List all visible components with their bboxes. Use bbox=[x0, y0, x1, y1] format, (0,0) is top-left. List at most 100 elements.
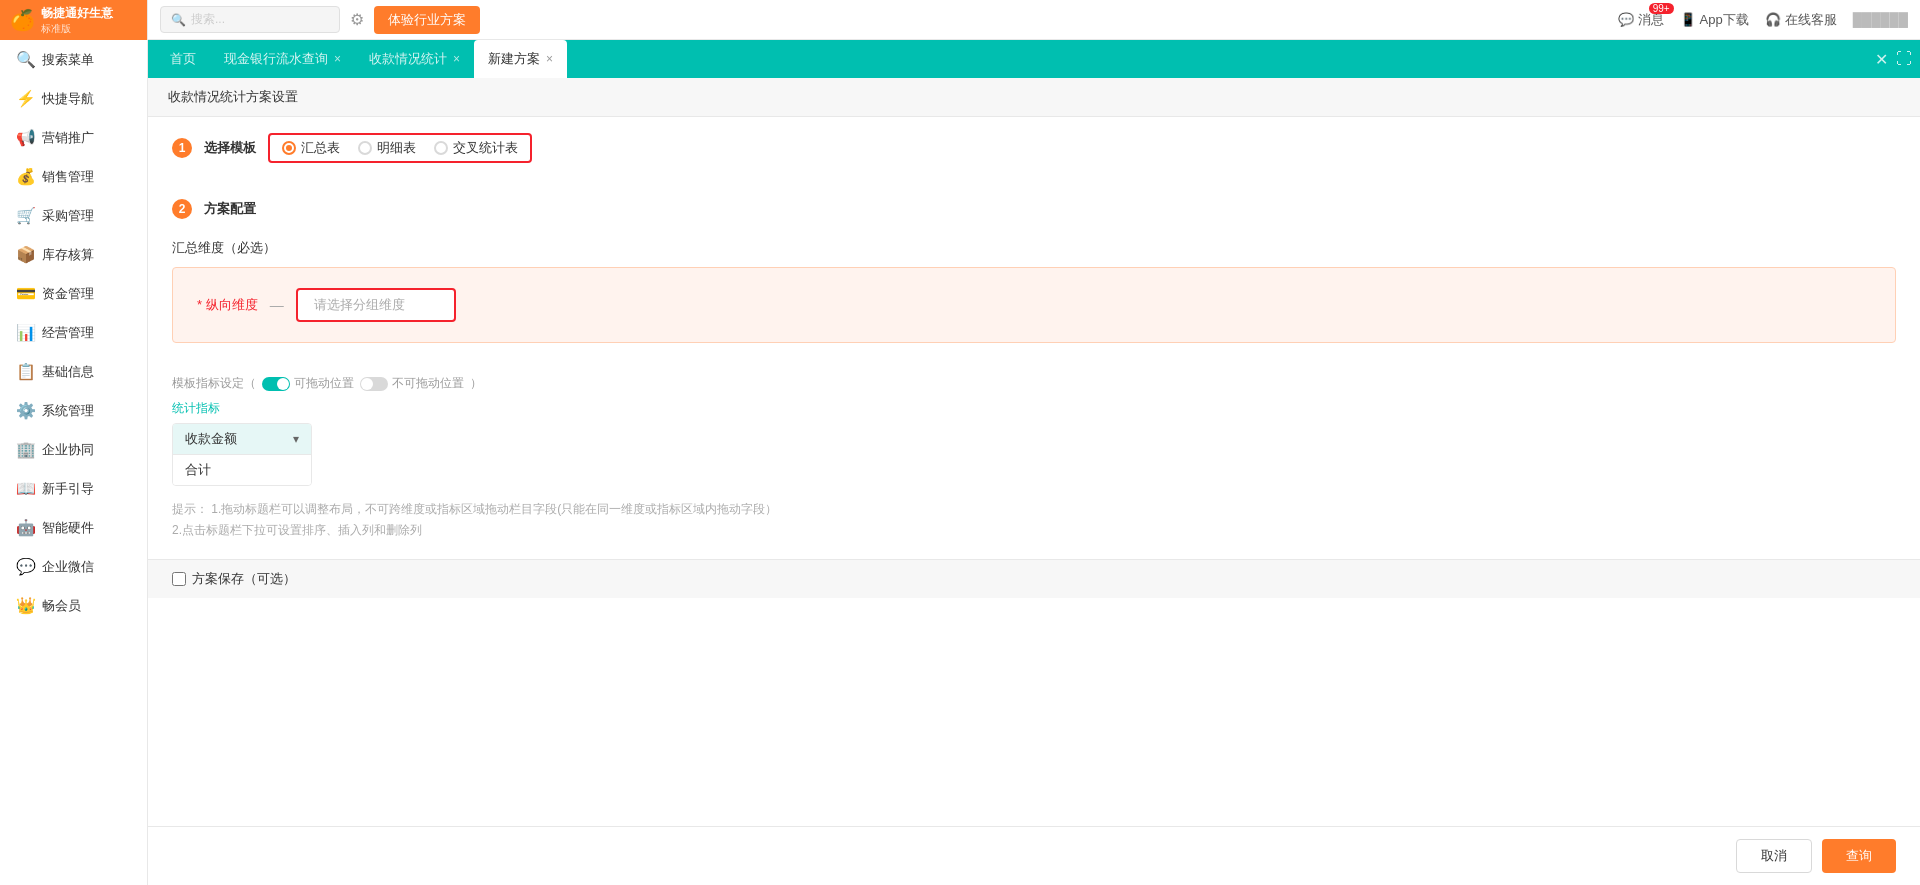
settings-icon[interactable]: ⚙ bbox=[350, 10, 364, 29]
sidebar-item-finance[interactable]: 💳 资金管理 bbox=[0, 274, 147, 313]
radio-detail[interactable]: 明细表 bbox=[358, 139, 416, 157]
nav-tabs: 首页 现金银行流水查询 × 收款情况统计 × 新建方案 × ✕ ⛶ bbox=[148, 40, 1920, 78]
system-icon: ⚙️ bbox=[16, 401, 34, 420]
metrics-section-label: 统计指标 bbox=[172, 400, 1896, 417]
radio-cross-label: 交叉统计表 bbox=[453, 139, 518, 157]
search-bar[interactable]: 🔍 搜索... bbox=[160, 6, 340, 33]
tab-bank-query[interactable]: 现金银行流水查询 × bbox=[210, 40, 355, 78]
wechat-icon: 💬 bbox=[16, 557, 34, 576]
sidebar-item-enterprise[interactable]: 🏢 企业协同 bbox=[0, 430, 147, 469]
tab-home[interactable]: 首页 bbox=[156, 40, 210, 78]
draggable-label: 可拖动位置 bbox=[294, 375, 354, 392]
username: ██████ bbox=[1853, 12, 1908, 27]
summary-dimension-title: 汇总维度（必选） bbox=[172, 239, 1896, 257]
sidebar: 🍊 畅捷通好生意 标准版 🔍 搜索菜单 ⚡ 快捷导航 📢 营销推广 💰 销售管理… bbox=[0, 0, 148, 885]
tab-receipt-stats-close[interactable]: × bbox=[453, 52, 460, 66]
logo-icon: 🍊 bbox=[10, 8, 35, 32]
sidebar-item-label: 新手引导 bbox=[42, 480, 94, 498]
sidebar-item-label: 采购管理 bbox=[42, 207, 94, 225]
save-label: 方案保存（可选） bbox=[192, 570, 296, 588]
download-label: App下载 bbox=[1700, 11, 1749, 29]
radio-detail-label: 明细表 bbox=[377, 139, 416, 157]
topbar-right: 💬 消息 99+ 📱 App下载 🎧 在线客服 ██████ bbox=[1618, 11, 1908, 29]
step2-label: 方案配置 bbox=[204, 200, 256, 218]
quick-nav-icon: ⚡ bbox=[16, 89, 34, 108]
purchase-icon: 🛒 bbox=[16, 206, 34, 225]
content-area: 收款情况统计方案设置 1 选择模板 汇总表 bbox=[148, 78, 1920, 826]
maximize-icon[interactable]: ⛶ bbox=[1896, 50, 1912, 68]
radio-summary-circle bbox=[282, 141, 296, 155]
sidebar-item-label: 基础信息 bbox=[42, 363, 94, 381]
action-bar: 取消 查询 bbox=[148, 826, 1920, 885]
sidebar-item-purchase[interactable]: 🛒 采购管理 bbox=[0, 196, 147, 235]
metrics-table: 收款金额 ▾ 合计 bbox=[172, 423, 312, 486]
tab-new-plan[interactable]: 新建方案 × bbox=[474, 40, 567, 78]
sidebar-item-search[interactable]: 🔍 搜索菜单 bbox=[0, 40, 147, 79]
metrics-title-text: 模板指标设定（ bbox=[172, 375, 256, 392]
tab-bank-query-label: 现金银行流水查询 bbox=[224, 50, 328, 68]
step1-section: 1 选择模板 汇总表 明细表 bbox=[148, 117, 1920, 199]
sidebar-item-guide[interactable]: 📖 新手引导 bbox=[0, 469, 147, 508]
metrics-table-wrapper: 统计指标 收款金额 ▾ 合计 bbox=[172, 400, 1896, 489]
tab-bank-query-close[interactable]: × bbox=[334, 52, 341, 66]
logo-text: 畅捷通好生意 bbox=[41, 5, 113, 22]
sidebar-item-label: 企业协同 bbox=[42, 441, 94, 459]
sidebar-item-label: 系统管理 bbox=[42, 402, 94, 420]
query-button[interactable]: 查询 bbox=[1822, 839, 1896, 873]
sidebar-item-label: 库存核算 bbox=[42, 246, 94, 264]
tab-receipt-stats[interactable]: 收款情况统计 × bbox=[355, 40, 474, 78]
metrics-table-header[interactable]: 收款金额 ▾ bbox=[173, 424, 311, 455]
service-item[interactable]: 🎧 在线客服 bbox=[1765, 11, 1837, 29]
vertical-dimension-label: * 纵向维度 bbox=[197, 296, 258, 314]
tab-receipt-stats-label: 收款情况统计 bbox=[369, 50, 447, 68]
sidebar-item-label: 企业微信 bbox=[42, 558, 94, 576]
marketing-icon: 📢 bbox=[16, 128, 34, 147]
sidebar-item-operations[interactable]: 📊 经营管理 bbox=[0, 313, 147, 352]
radio-summary[interactable]: 汇总表 bbox=[282, 139, 340, 157]
operations-icon: 📊 bbox=[16, 323, 34, 342]
tab-new-plan-close[interactable]: × bbox=[546, 52, 553, 66]
radio-cross-circle bbox=[434, 141, 448, 155]
save-checkbox[interactable] bbox=[172, 572, 186, 586]
dimension-area: * 纵向维度 — 请选择分组维度 bbox=[172, 267, 1896, 343]
notification-item[interactable]: 💬 消息 99+ bbox=[1618, 11, 1664, 29]
dimension-select[interactable]: 请选择分组维度 bbox=[296, 288, 456, 322]
service-label: 在线客服 bbox=[1785, 11, 1837, 29]
content-inner: 收款情况统计方案设置 1 选择模板 汇总表 bbox=[148, 78, 1920, 826]
sidebar-item-system[interactable]: ⚙️ 系统管理 bbox=[0, 391, 147, 430]
inventory-icon: 📦 bbox=[16, 245, 34, 264]
search-placeholder: 搜索... bbox=[191, 11, 225, 28]
sidebar-item-member[interactable]: 👑 畅会员 bbox=[0, 586, 147, 625]
breadcrumb-text: 收款情况统计方案设置 bbox=[168, 89, 298, 104]
hint-2: 2.点击标题栏下拉可设置排序、插入列和删除列 bbox=[172, 522, 1872, 539]
metrics-row-label: 合计 bbox=[185, 462, 211, 477]
sidebar-item-label: 经营管理 bbox=[42, 324, 94, 342]
metrics-title: 模板指标设定（ 可拖动位置 不可拖动位置 bbox=[172, 375, 1896, 392]
metrics-dropdown-icon[interactable]: ▾ bbox=[293, 432, 299, 446]
step2-section: 2 方案配置 汇总维度（必选） * 纵向维度 — 请选择分组维度 bbox=[148, 199, 1920, 559]
sidebar-item-label: 快捷导航 bbox=[42, 90, 94, 108]
sidebar-item-basic-info[interactable]: 📋 基础信息 bbox=[0, 352, 147, 391]
close-window-icon[interactable]: ✕ bbox=[1875, 50, 1888, 69]
search-menu-icon: 🔍 bbox=[16, 50, 34, 69]
step2-badge: 2 bbox=[172, 199, 192, 219]
sidebar-item-marketing[interactable]: 📢 营销推广 bbox=[0, 118, 147, 157]
industry-btn[interactable]: 体验行业方案 bbox=[374, 6, 480, 34]
hardware-icon: 🤖 bbox=[16, 518, 34, 537]
notification-icon: 💬 bbox=[1618, 12, 1634, 27]
sidebar-item-label: 营销推广 bbox=[42, 129, 94, 147]
dimension-arrow-icon: — bbox=[270, 297, 284, 313]
radio-cross[interactable]: 交叉统计表 bbox=[434, 139, 518, 157]
sidebar-item-wechat[interactable]: 💬 企业微信 bbox=[0, 547, 147, 586]
sidebar-item-quicknav[interactable]: ⚡ 快捷导航 bbox=[0, 79, 147, 118]
download-item[interactable]: 📱 App下载 bbox=[1680, 11, 1749, 29]
hint-1: 提示： 1.拖动标题栏可以调整布局，不可跨维度或指标区域拖动栏目字段(只能在同一… bbox=[172, 501, 1872, 518]
non-draggable-label: 不可拖动位置 bbox=[392, 375, 464, 392]
step1-badge: 1 bbox=[172, 138, 192, 158]
sidebar-item-sales[interactable]: 💰 销售管理 bbox=[0, 157, 147, 196]
sidebar-item-hardware[interactable]: 🤖 智能硬件 bbox=[0, 508, 147, 547]
sidebar-item-inventory[interactable]: 📦 库存核算 bbox=[0, 235, 147, 274]
cancel-button[interactable]: 取消 bbox=[1736, 839, 1812, 873]
sidebar-item-label: 智能硬件 bbox=[42, 519, 94, 537]
step1-row: 1 选择模板 汇总表 明细表 bbox=[172, 133, 1896, 163]
